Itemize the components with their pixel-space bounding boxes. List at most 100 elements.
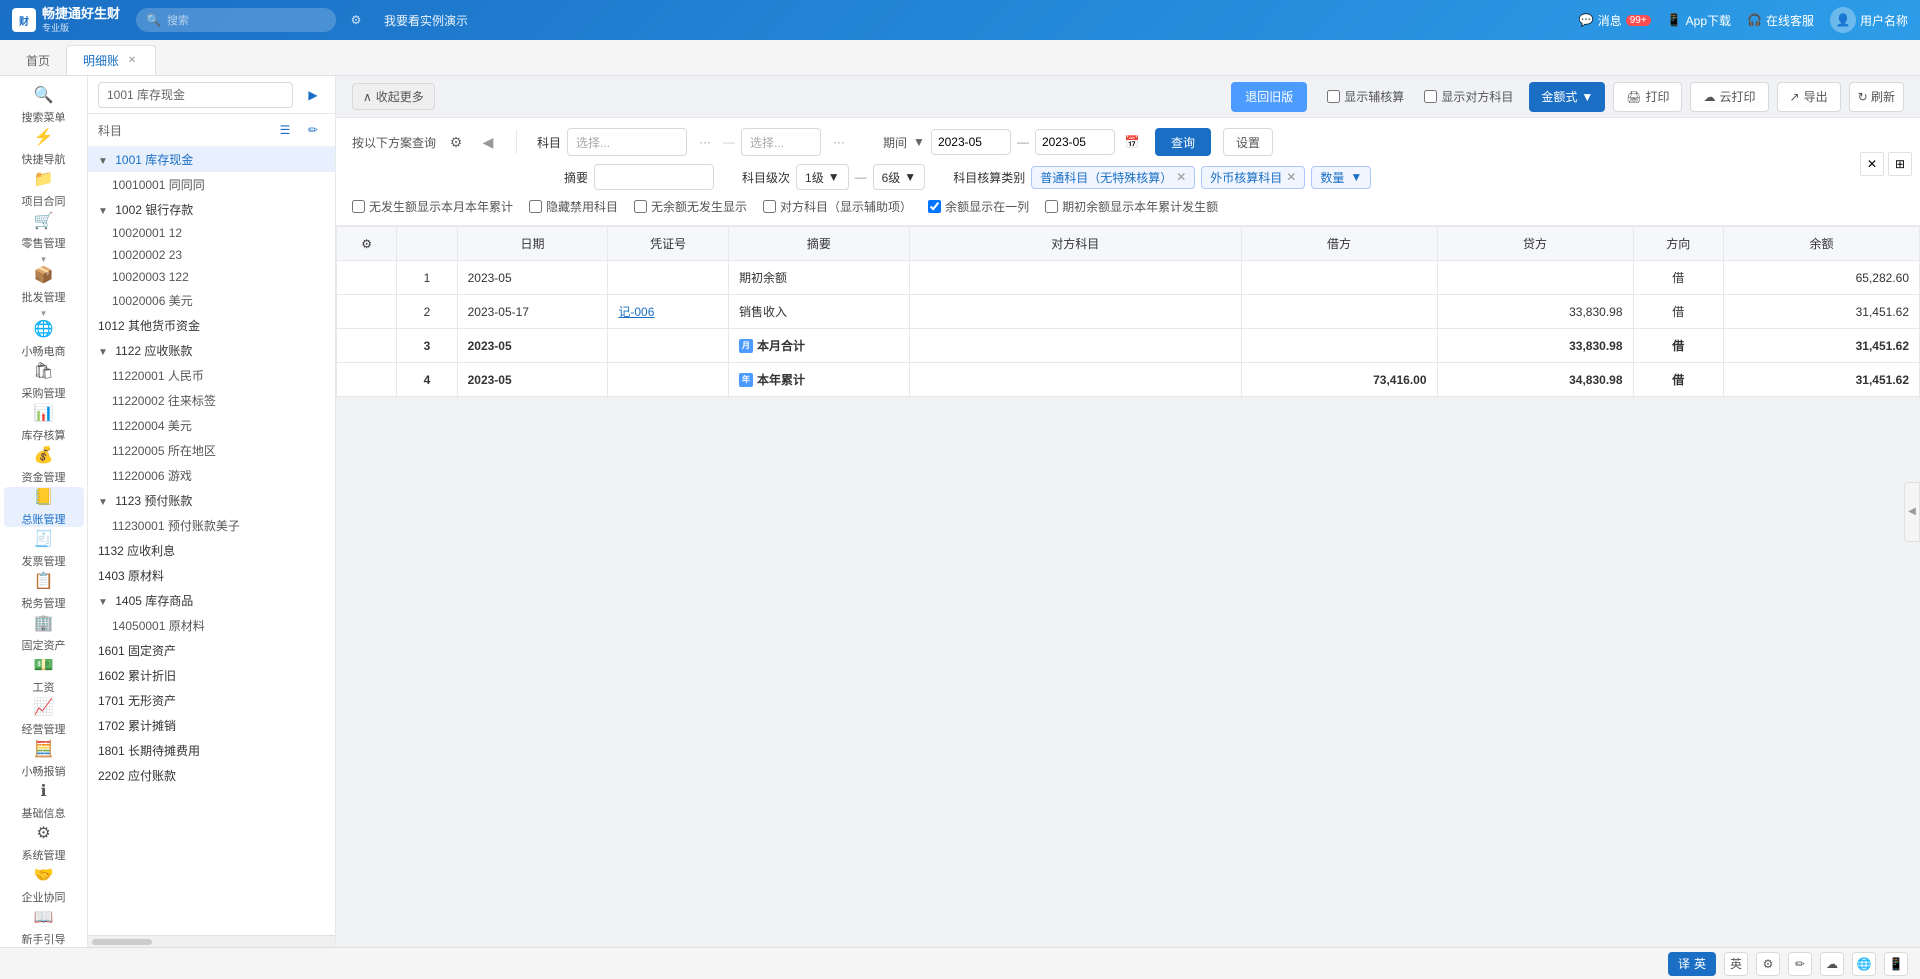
summary-input[interactable] [594,164,714,190]
sidebar-item-inventory[interactable]: 📊 库存核算 [4,403,84,443]
period-dropdown-icon[interactable]: ▼ [913,135,925,149]
checkbox-hide-disabled[interactable]: 隐藏禁用科目 [529,198,618,215]
level-from-select[interactable]: 1级 ▼ [796,164,849,190]
tree-node-1001[interactable]: ▼ 1001 库存现金 [88,147,335,172]
tree-node-10020006[interactable]: 10020006 美元 [88,288,335,313]
sidebar-item-ecommerce[interactable]: 🌐 小畅电商 [4,319,84,359]
tree-node-1701[interactable]: 1701 无形资产 [88,688,335,713]
query-settings-icon[interactable]: ⚙ [444,130,468,154]
tree-node-11220005[interactable]: 11220005 所在地区 [88,438,335,463]
return-old-btn[interactable]: 退回旧版 [1231,82,1307,112]
tree-node-10020001[interactable]: 10020001 12 [88,222,335,244]
tree-node-1012[interactable]: 1012 其他货币资金 [88,313,335,338]
sidebar-item-invoice[interactable]: 🧾 发票管理 [4,529,84,569]
remove-normal-tag-btn[interactable]: ✕ [1176,170,1186,184]
close-panel-btn[interactable]: ✕ [1860,152,1884,176]
period-calendar-icon[interactable]: 📅 [1121,131,1143,153]
currency-btn[interactable]: 金额式 ▼ [1529,82,1605,112]
print-btn[interactable]: 🖨 打印 [1613,82,1682,112]
maximize-panel-btn[interactable]: ⊞ [1888,152,1912,176]
sidebar-item-project[interactable]: 📁 项目合同 [4,169,84,209]
top-search-box[interactable]: 🔍 搜索 [136,8,336,32]
tree-node-10020002[interactable]: 10020002 23 [88,244,335,266]
sidebar-item-quick[interactable]: ⚡ 快捷导航 [4,127,84,167]
tree-nav-right-btn[interactable]: ▶ [301,83,325,107]
tab-home[interactable]: 首页 [10,45,66,75]
expand-more-btn[interactable]: ∧ 收起更多 [352,83,435,110]
tree-node-1122[interactable]: ▼ 1122 应收账款 [88,338,335,363]
tree-node-11220001[interactable]: 11220001 人民币 [88,363,335,388]
subject-more-icon[interactable]: ··· [693,131,717,153]
bottom-edit-icon[interactable]: ✏ [1788,952,1812,976]
checkbox-no-occurrence[interactable]: 无发生额显示本月本年累计 [352,198,513,215]
tree-node-1002[interactable]: ▼ 1002 银行存款 [88,197,335,222]
tree-node-1801[interactable]: 1801 长期待摊费用 [88,738,335,763]
bottom-cloud-icon[interactable]: ☁ [1820,952,1844,976]
tree-node-1132[interactable]: 1132 应收利息 [88,538,335,563]
show-opposite-checkbox[interactable]: 显示对方科目 [1424,88,1513,105]
tree-node-14050001[interactable]: 14050001 原材料 [88,613,335,638]
sidebar-item-capital[interactable]: 💰 资金管理 [4,445,84,485]
sidebar-item-wholesale[interactable]: 📦 批发管理 ▼ [4,265,84,317]
show-aux-checkbox[interactable]: 显示辅核算 [1327,88,1404,105]
bottom-icon-1[interactable]: 英 [1724,952,1748,976]
sidebar-item-purchase[interactable]: 🛍 采购管理 [4,361,84,401]
refresh-btn[interactable]: ↻ 刷新 [1849,82,1904,112]
tree-node-1702[interactable]: 1702 累计摊销 [88,713,335,738]
tree-list-icon[interactable]: ☰ [273,118,297,142]
settings-icon[interactable]: ⚙ [344,8,368,32]
query-btn[interactable]: 查询 [1155,128,1211,156]
sidebar-item-base[interactable]: ℹ 基础信息 [4,781,84,821]
col-settings[interactable]: ⚙ [337,227,397,261]
tree-node-2202[interactable]: 2202 应付账款 [88,763,335,788]
tree-node-1123[interactable]: ▼ 1123 预付账款 [88,488,335,513]
sidebar-item-salary[interactable]: 💵 工资 [4,655,84,695]
online-service-btn[interactable]: 🎧 在线客服 [1747,12,1814,29]
sidebar-item-ledger[interactable]: 📒 总账管理 [4,487,84,527]
sidebar-item-retail[interactable]: 🛒 零售管理 ▼ [4,211,84,263]
cloud-print-btn[interactable]: ☁ 云打印 [1690,82,1768,112]
tree-node-1403[interactable]: 1403 原材料 [88,563,335,588]
tree-node-11220002[interactable]: 11220002 往来标签 [88,388,335,413]
tree-node-1601[interactable]: 1601 固定资产 [88,638,335,663]
sidebar-item-system[interactable]: ⚙ 系统管理 [4,823,84,863]
tree-node-11220006[interactable]: 11220006 游戏 [88,463,335,488]
user-area[interactable]: 👤 用户名称 [1830,7,1908,33]
checkbox-no-balance[interactable]: 无余额无发生显示 [634,198,747,215]
tree-edit-icon[interactable]: ✏ [301,118,325,142]
remove-foreign-tag-btn[interactable]: ✕ [1286,170,1296,184]
tab-detail[interactable]: 明细账 ✕ [66,45,156,75]
checkbox-opposite[interactable]: 对方科目（显示辅助项） [763,198,912,215]
bottom-settings-icon[interactable]: ⚙ [1756,952,1780,976]
tree-search-box[interactable]: 1001 库存现金 [98,82,293,108]
sidebar-item-operations[interactable]: 📈 经营管理 [4,697,84,737]
checkbox-period-balance[interactable]: 期初余额显示本年累计发生额 [1045,198,1218,215]
tree-node-11230001[interactable]: 11230001 预付账款美子 [88,513,335,538]
tree-node-11220004[interactable]: 11220004 美元 [88,413,335,438]
sidebar-item-cooperation[interactable]: 🤝 企业协同 [4,865,84,905]
level-to-select[interactable]: 6级 ▼ [873,164,926,190]
period-end-input[interactable] [1035,129,1115,155]
sidebar-item-assets[interactable]: 🏢 固定资产 [4,613,84,653]
tree-node-1602[interactable]: 1602 累计折旧 [88,663,335,688]
subject-end-more-icon[interactable]: ··· [827,131,851,153]
tree-node-10020003[interactable]: 10020003 122 [88,266,335,288]
subject-end-input[interactable]: 选择... [741,128,821,156]
lang-toggle-btn[interactable]: 译 英 [1668,952,1716,976]
tree-node-1405[interactable]: ▼ 1405 库存商品 [88,588,335,613]
subject-input[interactable]: 选择... [567,128,687,156]
bottom-mobile-icon[interactable]: 📱 [1884,952,1908,976]
tab-close-icon[interactable]: ✕ [125,54,139,68]
period-start-input[interactable] [931,129,1011,155]
checkbox-balance-one-col[interactable]: 余额显示在一列 [928,198,1029,215]
app-download-btn[interactable]: 📱 App下载 [1667,12,1731,29]
query-collapse-icon[interactable]: ◀ [476,130,500,154]
bottom-globe-icon[interactable]: 🌐 [1852,952,1876,976]
settings-btn[interactable]: 设置 [1223,128,1273,156]
sidebar-item-sales-expense[interactable]: 🧮 小畅报销 [4,739,84,779]
sidebar-item-guide[interactable]: 📖 新手引导 [4,907,84,947]
sidebar-item-search[interactable]: 🔍 搜索菜单 [4,85,84,125]
notification-btn[interactable]: 💬 消息 99+ [1579,12,1651,29]
demo-link[interactable]: 我要看实例演示 [384,12,468,29]
sidebar-item-tax[interactable]: 📋 税务管理 [4,571,84,611]
